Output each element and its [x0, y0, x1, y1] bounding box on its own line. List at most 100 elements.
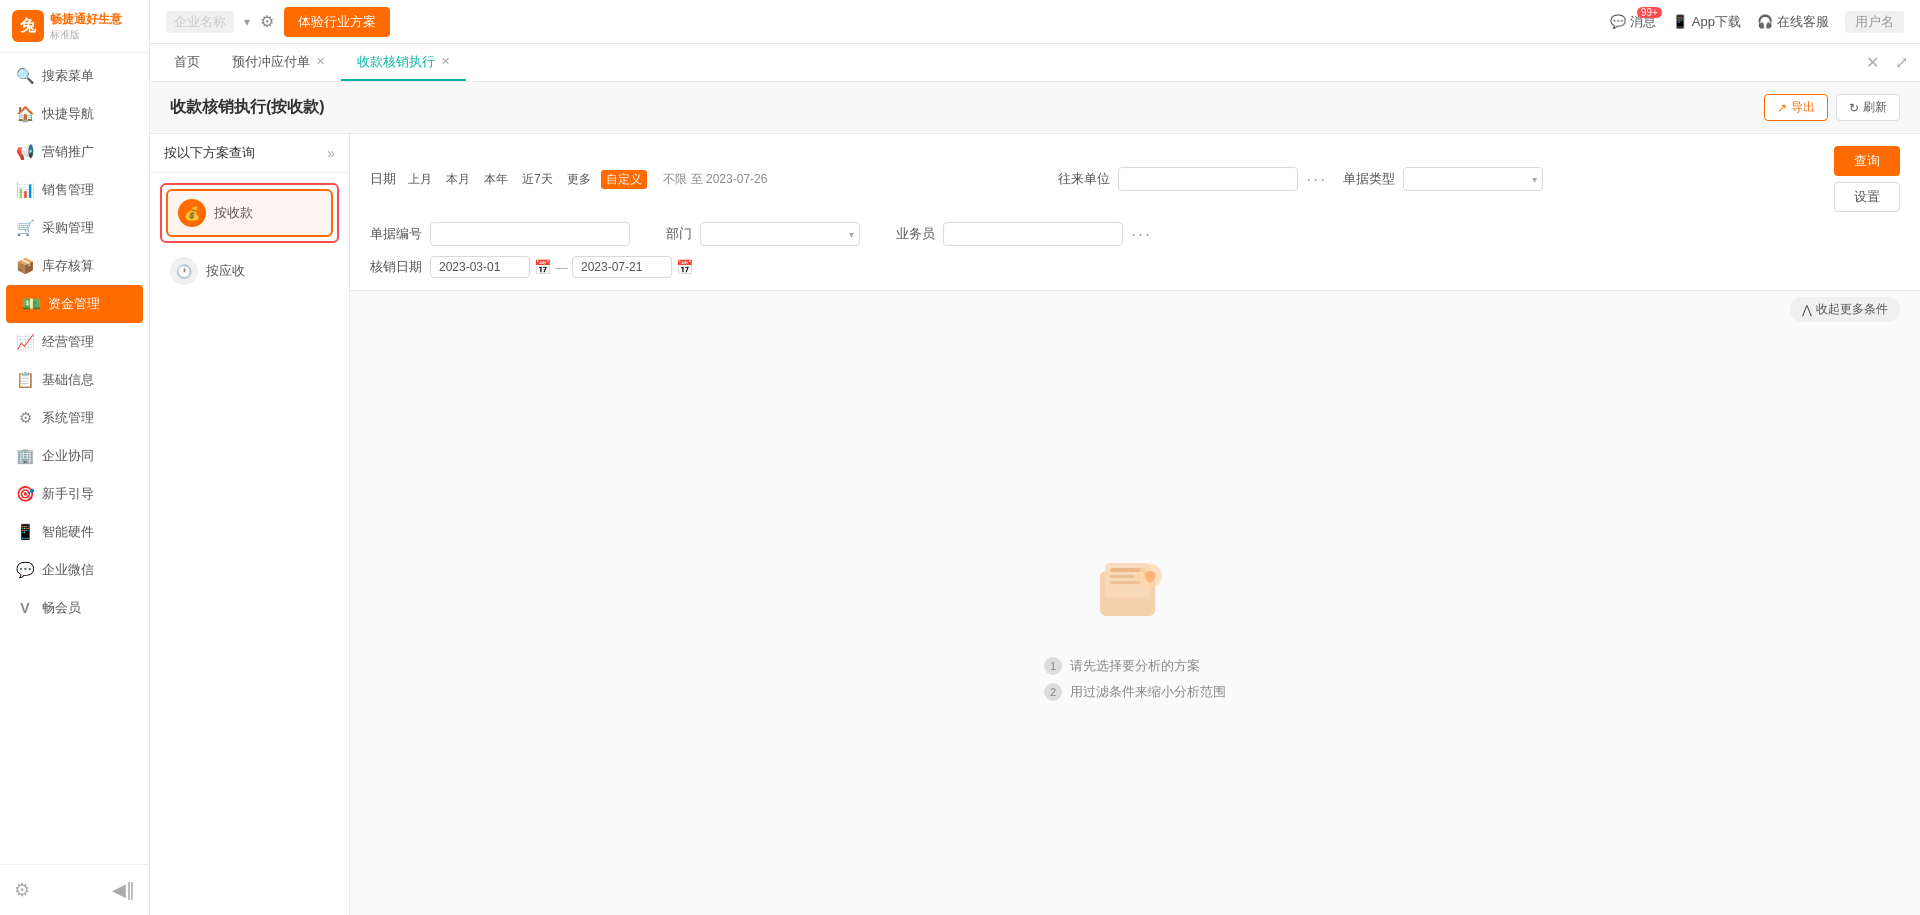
last-7days-btn[interactable]: 近7天	[518, 170, 557, 189]
dept-select[interactable]	[700, 222, 860, 246]
sidebar-item-basic-info[interactable]: 📋 基础信息	[0, 361, 149, 399]
custom-date-btn[interactable]: 自定义	[601, 170, 647, 189]
solution-button[interactable]: 体验行业方案	[284, 7, 390, 37]
filter-row-2: 单据编号 部门 ▾ 业务员	[370, 222, 1900, 246]
collapse-sidebar-icon[interactable]: ◀‖	[106, 873, 141, 907]
query-button[interactable]: 查询	[1834, 146, 1900, 176]
this-year-btn[interactable]: 本年	[480, 170, 512, 189]
message-badge: 99+	[1637, 7, 1662, 18]
sidebar-item-inventory[interactable]: 📦 库存核算	[0, 247, 149, 285]
tab-bar: 首页 预付冲应付单 ✕ 收款核销执行 ✕ ✕ ⤢	[150, 44, 1920, 82]
doc-no-group: 单据编号	[370, 222, 630, 246]
message-icon: 💬	[1610, 14, 1626, 29]
doc-type-label: 单据类型	[1343, 170, 1395, 188]
finance-icon: 💵	[22, 295, 40, 313]
sidebar-item-operation[interactable]: 📈 经营管理	[0, 323, 149, 361]
doc-no-input[interactable]	[430, 222, 630, 246]
verify-date-end-cal-icon[interactable]: 📅	[676, 259, 693, 275]
sidebar-item-finance[interactable]: 💵 资金管理	[6, 285, 143, 323]
filter-row-3: 核销日期 📅 — 📅	[370, 256, 1900, 278]
dept-select-wrapper: ▾	[700, 222, 860, 246]
sales-icon: 📊	[16, 181, 34, 199]
close-tab-icon[interactable]: ✕	[1862, 51, 1883, 74]
panel-collapse-icon[interactable]: »	[327, 145, 335, 161]
corp-collab-icon: 🏢	[16, 447, 34, 465]
verify-date-start-cal-icon[interactable]: 📅	[534, 259, 551, 275]
refresh-button[interactable]: ↻ 刷新	[1836, 94, 1900, 121]
tab-prepay[interactable]: 预付冲应付单 ✕	[216, 45, 341, 81]
selected-filter-box: 💰 按收款	[160, 183, 339, 243]
message-button[interactable]: 💬 消息 99+	[1610, 13, 1656, 31]
date-shortcuts: 上月 本月 本年 近7天 更多 自定义	[404, 170, 647, 189]
page-actions: ↗ 导出 ↻ 刷新	[1764, 94, 1900, 121]
topbar-chevron-icon[interactable]: ▾	[244, 15, 250, 29]
dept-group: 部门 ▾	[666, 222, 860, 246]
vip-icon: V	[16, 600, 34, 616]
last-month-btn[interactable]: 上月	[404, 170, 436, 189]
sidebar-item-sales[interactable]: 📊 销售管理	[0, 171, 149, 209]
tab-home[interactable]: 首页	[158, 45, 216, 81]
query-actions: 查询 设置	[1834, 146, 1900, 212]
sidebar-item-vip[interactable]: V 畅会员	[0, 589, 149, 627]
expand-tab-icon[interactable]: ⤢	[1891, 51, 1912, 74]
verify-date-start-input[interactable]	[430, 256, 530, 278]
topbar-left: 企业名称 ▾ ⚙ 体验行业方案	[166, 7, 390, 37]
sidebar-item-wechat[interactable]: 💬 企业微信	[0, 551, 149, 589]
filter-bar: 日期 上月 本月 本年 近7天 更多 自定义 不限 至 2023-07-26	[350, 134, 1920, 291]
left-filter-panel: 按以下方案查询 » 💰 按收款 🕐 按应收	[150, 134, 350, 915]
filter-settings-button[interactable]: 设置	[1834, 182, 1900, 212]
tab-prepay-close[interactable]: ✕	[316, 55, 325, 68]
sidebar-item-marketing[interactable]: 📢 营销推广	[0, 133, 149, 171]
tab-receipt-verify[interactable]: 收款核销执行 ✕	[341, 45, 466, 81]
date-note: 不限 至 2023-07-26	[663, 171, 768, 188]
date-range-dash: —	[555, 260, 568, 275]
verify-date-end-input[interactable]	[572, 256, 672, 278]
service-icon: 🎧	[1757, 14, 1773, 29]
sidebar-bottom: ⚙ ◀‖	[0, 864, 149, 915]
online-service-button[interactable]: 🎧 在线客服	[1757, 13, 1829, 31]
operation-icon: 📈	[16, 333, 34, 351]
user-info[interactable]: 用户名	[1845, 11, 1904, 33]
refresh-icon: ↻	[1849, 101, 1859, 115]
counterparty-input[interactable]	[1118, 167, 1298, 191]
sidebar-item-search[interactable]: 🔍 搜索菜单	[0, 57, 149, 95]
app-download-button[interactable]: 📱 App下载	[1672, 13, 1741, 31]
more-date-btn[interactable]: 更多	[563, 170, 595, 189]
empty-tip-2: 2 用过滤条件来缩小分析范围	[1044, 683, 1226, 701]
sidebar-item-corp-collab[interactable]: 🏢 企业协同	[0, 437, 149, 475]
export-button[interactable]: ↗ 导出	[1764, 94, 1828, 121]
doc-no-label: 单据编号	[370, 225, 422, 243]
sidebar: 兔 畅捷通好生意 标准版 🔍 搜索菜单 🏠 快捷导航 📢 营销推广 📊 销售管理…	[0, 0, 150, 915]
sidebar-item-smart-hw[interactable]: 📱 智能硬件	[0, 513, 149, 551]
collapse-more-button[interactable]: ⋀ 收起更多条件	[1790, 297, 1900, 322]
filter-options: 💰 按收款 🕐 按应收	[150, 173, 349, 303]
counterparty-group: 往来单位 ···	[1058, 167, 1327, 191]
topbar-gear-icon[interactable]: ⚙	[260, 12, 274, 31]
sidebar-item-beginner[interactable]: 🎯 新手引导	[0, 475, 149, 513]
doc-type-select[interactable]	[1403, 167, 1543, 191]
counterparty-more-icon[interactable]: ···	[1306, 169, 1327, 190]
smart-hw-icon: 📱	[16, 523, 34, 541]
sidebar-item-system[interactable]: ⚙ 系统管理	[0, 399, 149, 437]
right-panel: 日期 上月 本月 本年 近7天 更多 自定义 不限 至 2023-07-26	[350, 134, 1920, 915]
wechat-icon: 💬	[16, 561, 34, 579]
this-month-btn[interactable]: 本月	[442, 170, 474, 189]
verify-date-range: 📅 — 📅	[430, 256, 693, 278]
svg-rect-3	[1110, 575, 1135, 578]
basic-info-icon: 📋	[16, 371, 34, 389]
staff-more-icon[interactable]: ···	[1131, 224, 1152, 245]
staff-input[interactable]	[943, 222, 1123, 246]
tab-receipt-verify-close[interactable]: ✕	[441, 55, 450, 68]
filter-by-receipt[interactable]: 💰 按收款	[166, 189, 333, 237]
collapse-icon: ⋀	[1802, 303, 1812, 317]
filter-by-receivable[interactable]: 🕐 按应收	[160, 249, 339, 293]
beginner-icon: 🎯	[16, 485, 34, 503]
marketing-icon: 📢	[16, 143, 34, 161]
staff-label: 业务员	[896, 225, 935, 243]
topbar: 企业名称 ▾ ⚙ 体验行业方案 💬 消息 99+ 📱 App下载 🎧 在线客服 …	[150, 0, 1920, 44]
sidebar-item-purchase[interactable]: 🛒 采购管理	[0, 209, 149, 247]
sidebar-item-quick-nav[interactable]: 🏠 快捷导航	[0, 95, 149, 133]
tip-num-1: 1	[1044, 657, 1062, 675]
system-icon: ⚙	[16, 409, 34, 427]
settings-bottom-icon[interactable]: ⚙	[8, 873, 36, 907]
